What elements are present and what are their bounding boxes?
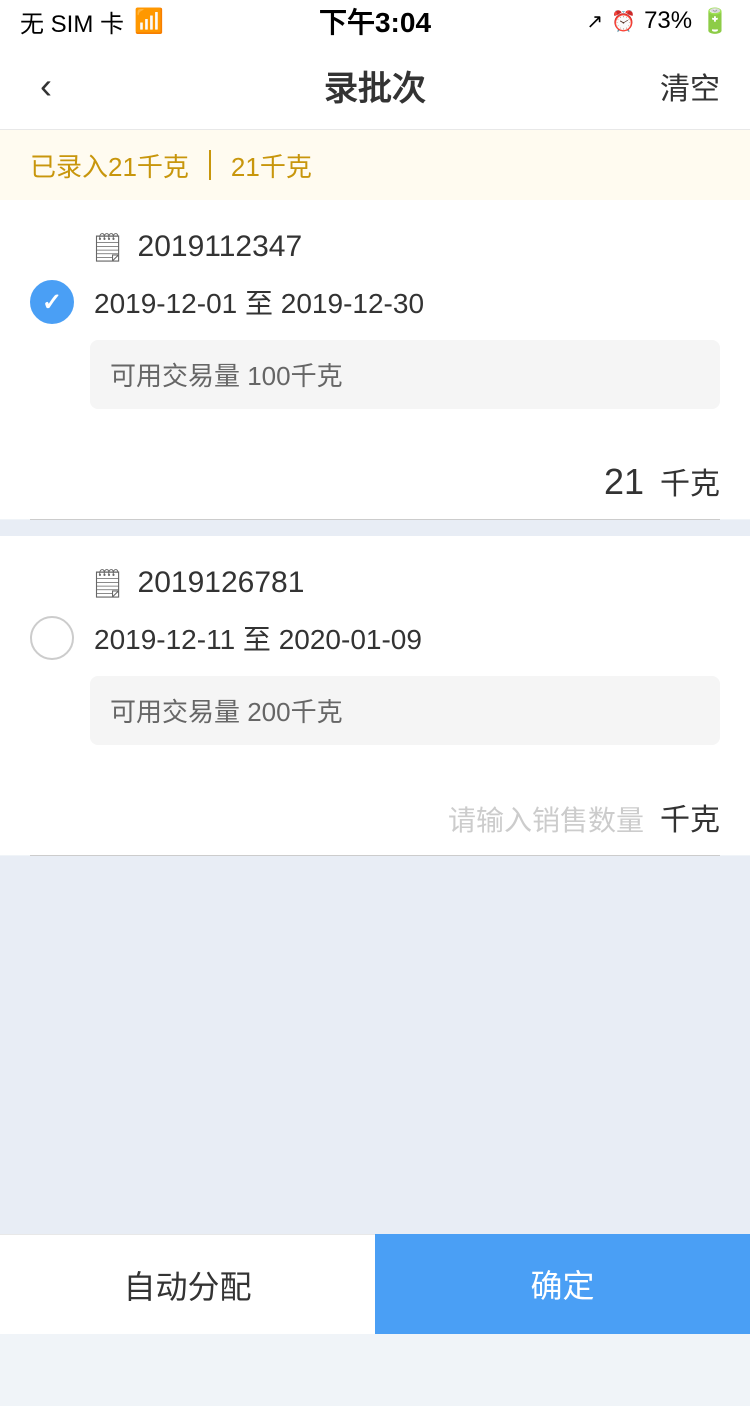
- status-right: ↗ ⏰ 73% 🔋: [586, 7, 730, 36]
- doc-icon-2: 🗒: [90, 567, 126, 600]
- recorded-label: 已录入21千克: [30, 147, 189, 184]
- clear-button[interactable]: 清空: [660, 64, 720, 108]
- back-button[interactable]: ‹: [30, 55, 62, 117]
- location-icon: ↗: [586, 9, 603, 34]
- card1-header: 🗒 2019112347: [30, 230, 720, 264]
- battery-icon: 🔋: [700, 7, 730, 36]
- alarm-icon: ⏰: [611, 9, 636, 34]
- carrier-text: 无 SIM 卡: [20, 4, 124, 39]
- input-row-2: 请输入销售数量 千克: [0, 775, 750, 855]
- summary-bar: 已录入21千克 21千克: [0, 130, 750, 200]
- card2-header: 🗒 2019126781: [30, 566, 720, 600]
- availability-2: 可用交易量 200千克: [90, 676, 720, 745]
- checkmark-1: ✓: [42, 288, 62, 317]
- confirm-button[interactable]: 确定: [375, 1234, 750, 1334]
- battery-text: 73%: [644, 7, 692, 35]
- batch-id-1: 2019112347: [138, 230, 303, 264]
- checkbox-2[interactable]: [30, 616, 74, 660]
- summary-divider: [209, 150, 211, 180]
- input-placeholder-2[interactable]: 请输入销售数量: [448, 799, 644, 839]
- batch-card-1: 🗒 2019112347 ✓ 2019-12-01 至 2019-12-30 可…: [0, 200, 750, 439]
- quantity-value-1[interactable]: 21: [604, 461, 644, 503]
- status-time: 下午3:04: [319, 1, 431, 41]
- date-range-1: 2019-12-01 至 2019-12-30: [94, 282, 424, 322]
- quantity-row-1: 21 千克: [0, 439, 750, 519]
- status-bar: 无 SIM 卡 📶 下午3:04 ↗ ⏰ 73% 🔋: [0, 0, 750, 42]
- bottom-bar: 自动分配 确定: [0, 1234, 750, 1334]
- status-left: 无 SIM 卡 📶: [20, 4, 164, 39]
- batch-id-2: 2019126781: [138, 566, 305, 600]
- checkbox-1[interactable]: ✓: [30, 280, 74, 324]
- card-separator: [0, 520, 750, 536]
- wifi-icon: 📶: [134, 7, 164, 36]
- availability-1: 可用交易量 100千克: [90, 340, 720, 409]
- batch-card-2: 🗒 2019126781 2019-12-11 至 2020-01-09 可用交…: [0, 536, 750, 775]
- date-range-2: 2019-12-11 至 2020-01-09: [94, 618, 422, 658]
- quantity-unit-1: 千克: [660, 459, 720, 503]
- input-unit-2: 千克: [660, 795, 720, 839]
- card1-date-row[interactable]: ✓ 2019-12-01 至 2019-12-30: [30, 280, 720, 324]
- summary-amount: 21千克: [231, 147, 312, 184]
- page-title: 录批次: [324, 61, 426, 110]
- page-content: 已录入21千克 21千克 🗒 2019112347 ✓ 2019-12-01 至…: [0, 130, 750, 1406]
- auto-distribute-button[interactable]: 自动分配: [0, 1234, 375, 1334]
- doc-icon-1: 🗒: [90, 231, 126, 264]
- nav-bar: ‹ 录批次 清空: [0, 42, 750, 130]
- card2-date-row[interactable]: 2019-12-11 至 2020-01-09: [30, 616, 720, 660]
